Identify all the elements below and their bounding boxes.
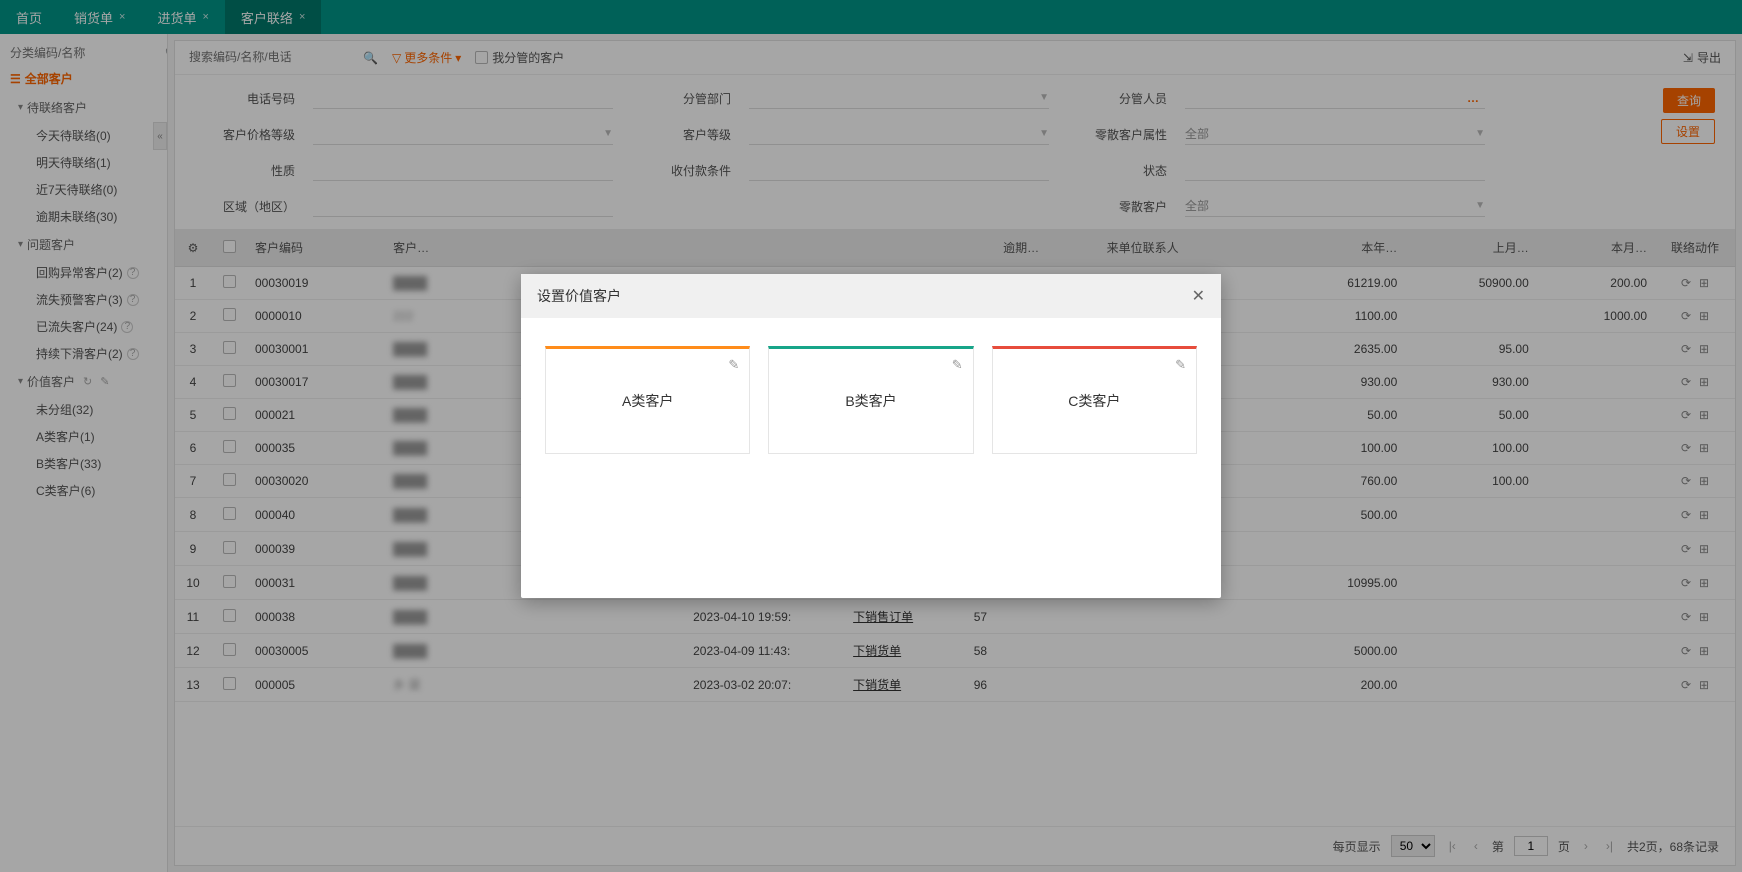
modal-header: 设置价值客户 ✕ — [521, 274, 1221, 318]
edit-icon[interactable]: ✎ — [728, 357, 739, 373]
value-customer-modal: 设置价值客户 ✕ ✎ A类客户 ✎ B类客户 ✎ C类客户 — [521, 274, 1221, 598]
card-a-label: A类客户 — [622, 391, 673, 411]
card-c-label: C类客户 — [1068, 391, 1120, 411]
edit-icon[interactable]: ✎ — [952, 357, 963, 373]
close-icon[interactable]: ✕ — [1192, 286, 1205, 306]
card-class-c[interactable]: ✎ C类客户 — [992, 346, 1197, 454]
card-class-a[interactable]: ✎ A类客户 — [545, 346, 750, 454]
card-b-label: B类客户 — [845, 391, 896, 411]
card-class-b[interactable]: ✎ B类客户 — [768, 346, 973, 454]
edit-icon[interactable]: ✎ — [1175, 357, 1186, 373]
modal-title: 设置价值客户 — [537, 286, 621, 306]
modal-body: ✎ A类客户 ✎ B类客户 ✎ C类客户 — [521, 318, 1221, 598]
